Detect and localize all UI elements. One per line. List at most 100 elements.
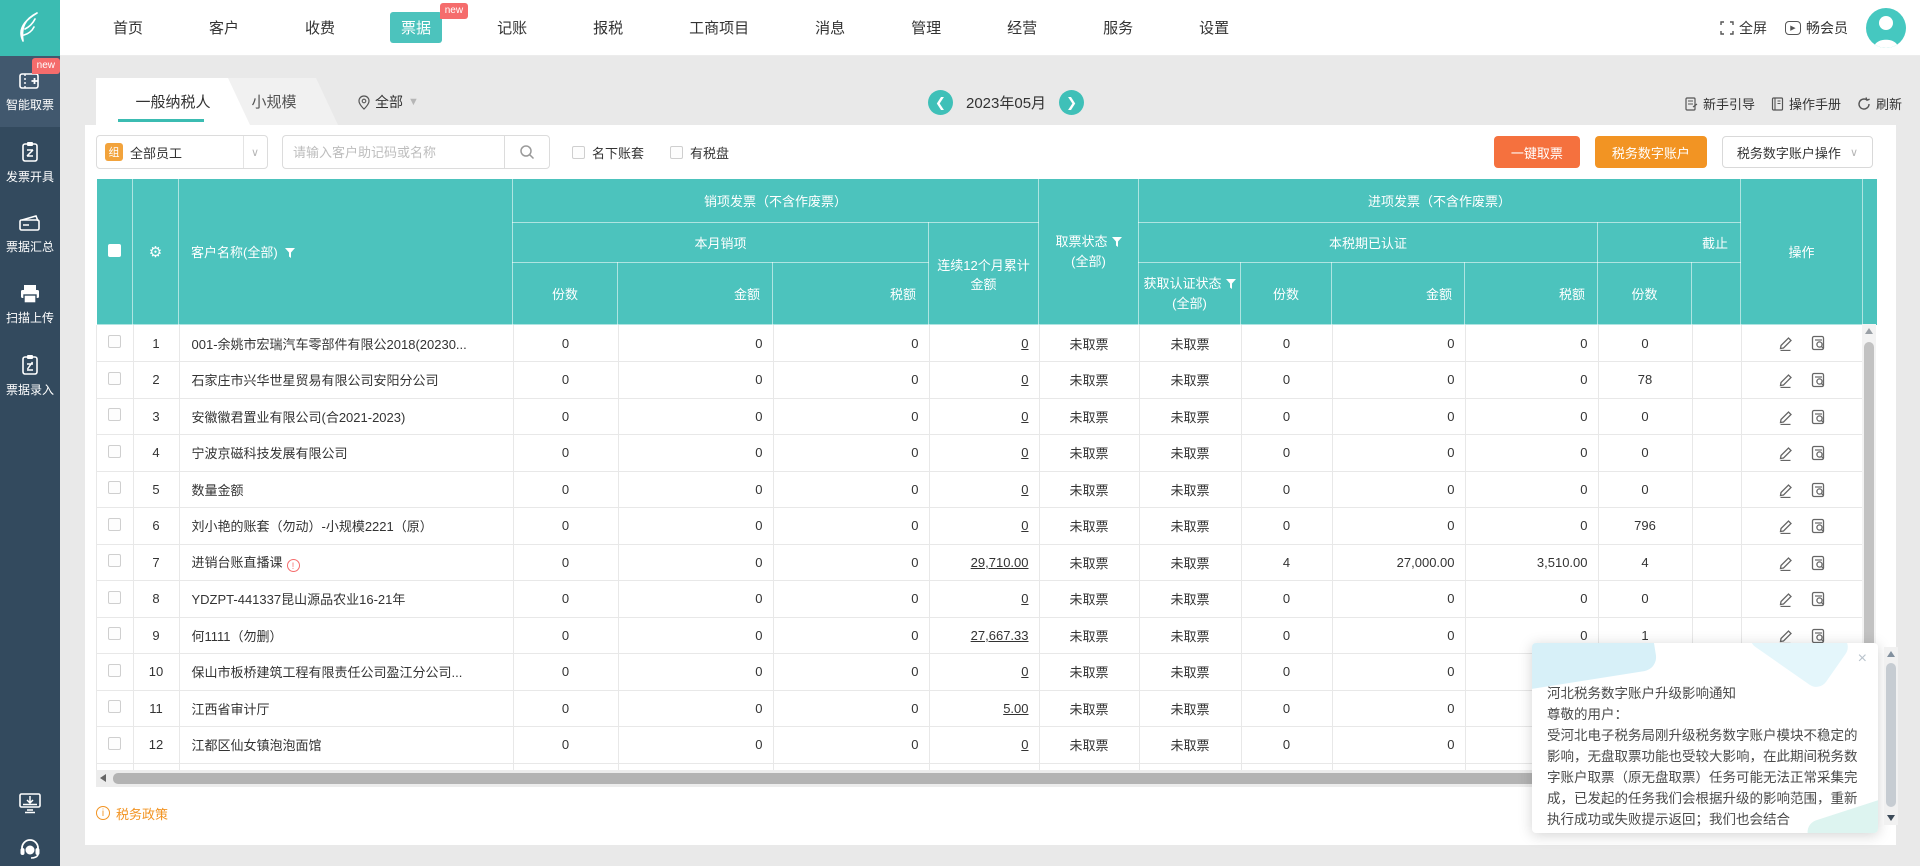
manual-button[interactable]: 操作手册 bbox=[1771, 94, 1841, 113]
region-selector[interactable]: 全部 ▼ bbox=[358, 92, 419, 112]
edit-icon[interactable] bbox=[1778, 335, 1793, 352]
nav-item-9[interactable]: 经营 bbox=[974, 0, 1070, 56]
cumulative-12m[interactable]: 0 bbox=[929, 471, 1040, 508]
filter-icon[interactable] bbox=[1225, 279, 1236, 289]
edit-icon[interactable] bbox=[1778, 409, 1793, 425]
sidebar-item-4[interactable]: 票据录入 bbox=[0, 340, 60, 411]
customer-name[interactable]: 何1111（勿删） bbox=[179, 617, 514, 654]
sidebar-item-2[interactable]: 票据汇总 bbox=[0, 198, 60, 269]
edit-icon[interactable] bbox=[1778, 372, 1793, 389]
header-cert-status[interactable]: 获取认证状态 (全部) bbox=[1138, 262, 1242, 325]
tab-general-taxpayer[interactable]: 一般纳税人 bbox=[96, 78, 250, 125]
row-checkbox-cell[interactable] bbox=[97, 507, 134, 545]
customer-name[interactable]: 数量金额 bbox=[179, 471, 514, 508]
cumulative-12m[interactable]: 0 bbox=[929, 763, 1040, 770]
customer-name[interactable]: 大明月设置联行! bbox=[179, 763, 514, 770]
refresh-button[interactable]: 刷新 bbox=[1857, 94, 1902, 113]
row-checkbox-cell[interactable] bbox=[97, 617, 134, 654]
scroll-down-icon[interactable] bbox=[1887, 815, 1895, 821]
cumulative-12m[interactable]: 0 bbox=[929, 580, 1040, 618]
view-detail-icon[interactable] bbox=[1811, 628, 1826, 644]
customer-name[interactable]: 进销台账直播课! bbox=[179, 544, 514, 581]
nav-item-5[interactable]: 报税 bbox=[560, 0, 656, 56]
cumulative-12m[interactable]: 5.00 bbox=[929, 690, 1040, 727]
row-checkbox-cell[interactable] bbox=[97, 434, 134, 472]
nav-item-4[interactable]: 记账 bbox=[464, 0, 560, 56]
tax-digital-account-button[interactable]: 税务数字账户 bbox=[1594, 136, 1707, 168]
checkbox-tax-disk[interactable]: 有税盘 bbox=[670, 143, 729, 162]
header-settings[interactable]: ⚙ bbox=[132, 178, 179, 325]
customer-name[interactable]: 001-余姚市宏瑞汽车零部件有限公2018(20230... bbox=[179, 325, 514, 362]
nav-item-6[interactable]: 工商项目 bbox=[656, 0, 782, 56]
checkbox-my-accounts[interactable]: 名下账套 bbox=[572, 143, 644, 162]
header-select-all[interactable] bbox=[96, 178, 133, 325]
notice-scrollbar[interactable] bbox=[1884, 647, 1898, 825]
app-logo[interactable] bbox=[0, 0, 60, 56]
edit-icon[interactable] bbox=[1778, 591, 1793, 608]
sidebar-item-1[interactable]: 发票开具 bbox=[0, 127, 60, 198]
cumulative-12m[interactable]: 0 bbox=[929, 653, 1040, 691]
nav-item-10[interactable]: 服务 bbox=[1070, 0, 1166, 56]
row-checkbox-cell[interactable] bbox=[97, 580, 134, 618]
row-checkbox-cell[interactable] bbox=[97, 690, 134, 727]
filter-icon[interactable] bbox=[1111, 237, 1122, 247]
row-checkbox-cell[interactable] bbox=[97, 726, 134, 764]
row-checkbox-cell[interactable] bbox=[97, 361, 134, 399]
tax-policy-link[interactable]: i 税务政策 bbox=[96, 804, 168, 823]
employee-filter-dropdown[interactable]: 组 全部员工 ∨ bbox=[96, 135, 268, 169]
header-ticket-status[interactable]: 取票状态 (全部) bbox=[1038, 178, 1140, 325]
row-checkbox-cell[interactable] bbox=[97, 653, 134, 691]
avatar[interactable] bbox=[1866, 7, 1906, 48]
nav-item-0[interactable]: 首页 bbox=[80, 0, 176, 56]
view-detail-icon[interactable] bbox=[1811, 555, 1826, 571]
search-button[interactable] bbox=[504, 135, 550, 169]
nav-item-2[interactable]: 收费 bbox=[272, 0, 368, 56]
warning-icon[interactable]: ! bbox=[286, 559, 300, 573]
cumulative-12m[interactable]: 0 bbox=[929, 507, 1040, 545]
cumulative-12m[interactable]: 0 bbox=[929, 361, 1040, 399]
row-checkbox-cell[interactable] bbox=[97, 471, 134, 508]
view-detail-icon[interactable] bbox=[1811, 372, 1826, 388]
view-detail-icon[interactable] bbox=[1811, 591, 1826, 607]
edit-icon[interactable] bbox=[1778, 628, 1793, 644]
scroll-up-icon[interactable] bbox=[1887, 651, 1895, 657]
row-checkbox-cell[interactable] bbox=[97, 398, 134, 435]
close-icon[interactable]: × bbox=[1858, 650, 1867, 668]
scrollbar-thumb[interactable] bbox=[1886, 663, 1896, 807]
one-key-fetch-button[interactable]: 一键取票 bbox=[1493, 136, 1580, 168]
customer-name[interactable]: 宁波京磁科技发展有限公司 bbox=[179, 434, 514, 472]
view-detail-icon[interactable] bbox=[1811, 335, 1826, 351]
customer-name[interactable]: 刘小艳的账套（勿动）-小规模2221（原） bbox=[179, 507, 514, 545]
edit-icon[interactable] bbox=[1778, 482, 1793, 498]
customer-name[interactable]: 江都区仙女镇泡泡面馆 bbox=[179, 726, 514, 764]
member-button[interactable]: ▶ 畅会员 bbox=[1785, 18, 1848, 38]
cumulative-12m[interactable]: 29,710.00 bbox=[929, 544, 1040, 581]
row-checkbox-cell[interactable] bbox=[97, 763, 134, 770]
cumulative-12m[interactable]: 27,667.33 bbox=[929, 617, 1040, 654]
nav-item-7[interactable]: 消息 bbox=[782, 0, 878, 56]
cumulative-12m[interactable]: 0 bbox=[929, 434, 1040, 472]
support-headset-icon[interactable] bbox=[18, 836, 42, 860]
edit-icon[interactable] bbox=[1778, 555, 1793, 571]
sidebar-item-0[interactable]: new 智能取票 bbox=[0, 56, 60, 127]
nav-item-11[interactable]: 设置 bbox=[1166, 0, 1262, 56]
cumulative-12m[interactable]: 0 bbox=[929, 726, 1040, 764]
nav-item-8[interactable]: 管理 bbox=[878, 0, 974, 56]
search-input[interactable] bbox=[282, 135, 504, 169]
newbie-guide-button[interactable]: 新手引导 bbox=[1685, 94, 1755, 113]
edit-icon[interactable] bbox=[1778, 518, 1793, 535]
row-checkbox-cell[interactable] bbox=[97, 325, 134, 362]
fullscreen-button[interactable]: 全屏 bbox=[1720, 18, 1767, 38]
customer-name[interactable]: 石家庄市兴华世星贸易有限公司安阳分公司 bbox=[179, 361, 514, 399]
view-detail-icon[interactable] bbox=[1811, 482, 1826, 498]
view-detail-icon[interactable] bbox=[1811, 445, 1826, 461]
scroll-up-icon[interactable] bbox=[1865, 328, 1873, 334]
customer-name[interactable]: 江西省审计厅 bbox=[179, 690, 514, 727]
cumulative-12m[interactable]: 0 bbox=[929, 398, 1040, 435]
next-month-button[interactable]: ❯ bbox=[1059, 90, 1085, 115]
row-checkbox-cell[interactable] bbox=[97, 544, 134, 581]
client-download-icon[interactable] bbox=[18, 792, 42, 814]
cumulative-12m[interactable]: 0 bbox=[929, 325, 1040, 362]
customer-name[interactable]: 保山市板桥建筑工程有限责任公司盈江分公司... bbox=[179, 653, 514, 691]
filter-icon[interactable] bbox=[285, 248, 296, 258]
